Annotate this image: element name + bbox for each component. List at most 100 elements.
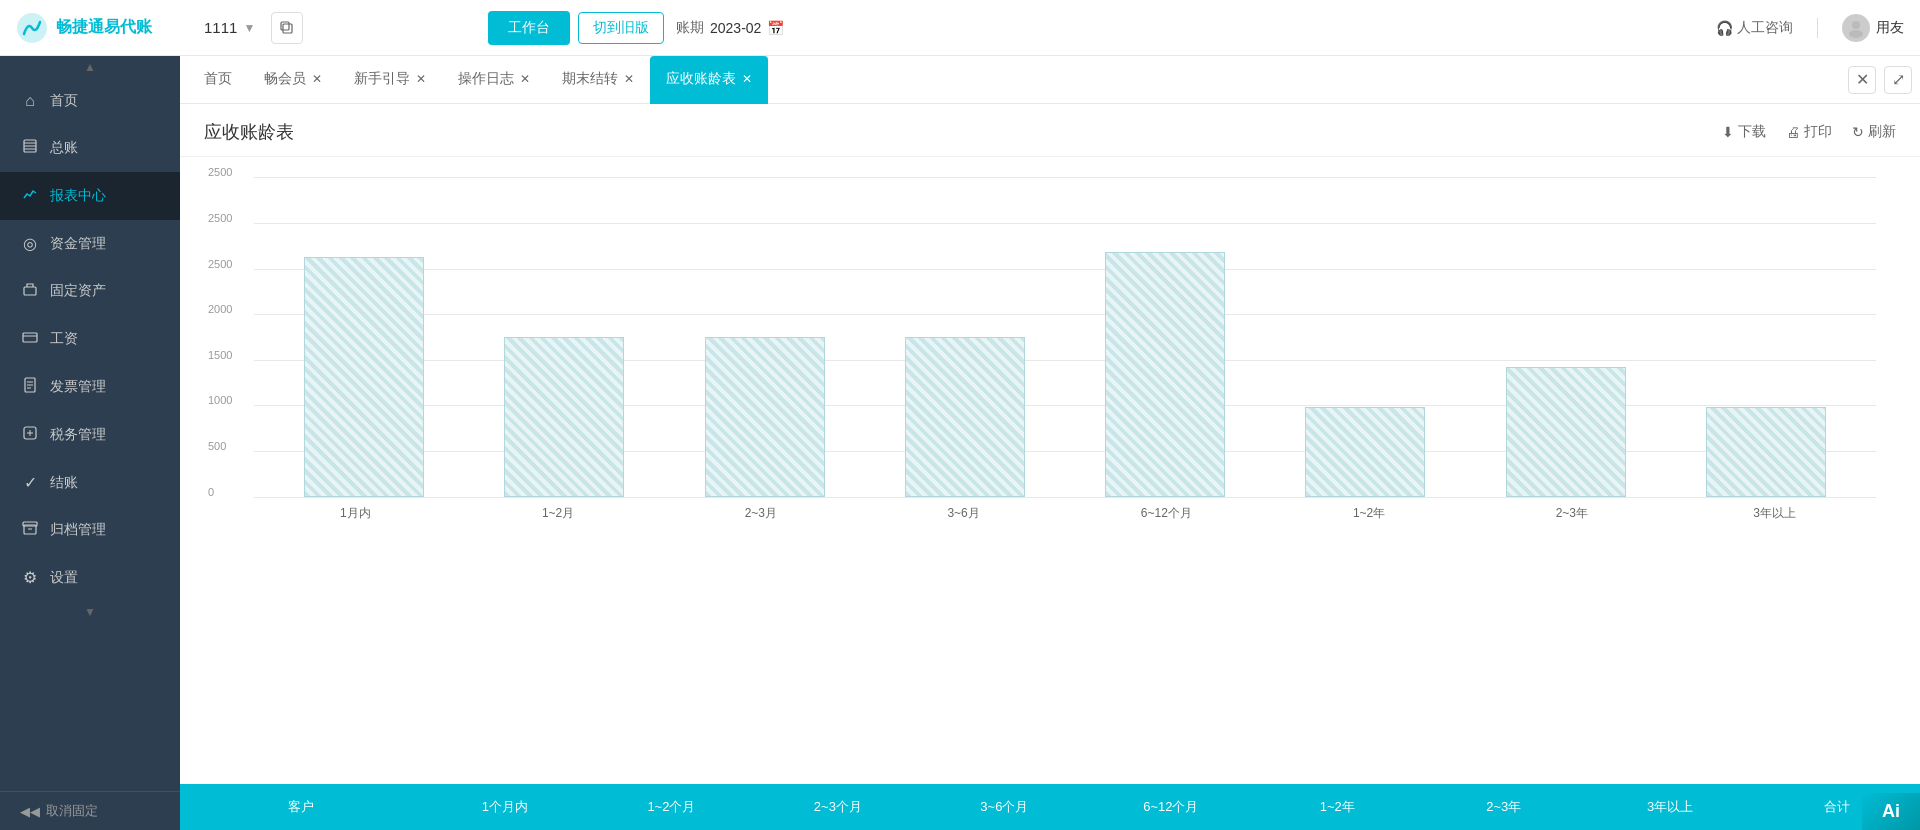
cancel-fixed-button[interactable]: ◀◀ 取消固定 bbox=[0, 792, 180, 830]
tab-ar-aging[interactable]: 应收账龄表 ✕ bbox=[650, 56, 768, 104]
sidebar-item-tax[interactable]: 税务管理 bbox=[0, 411, 180, 459]
bar bbox=[1305, 407, 1425, 497]
y-label: 1000 bbox=[208, 394, 232, 406]
x-label: 1月内 bbox=[254, 505, 457, 522]
tabs-actions: ✕ ⤢ bbox=[1848, 66, 1912, 94]
svg-point-4 bbox=[1849, 30, 1863, 38]
download-icon: ⬇ bbox=[1722, 124, 1734, 140]
print-button[interactable]: 🖨 打印 bbox=[1786, 123, 1832, 141]
y-label: 2500 bbox=[208, 212, 232, 224]
svg-rect-2 bbox=[281, 22, 289, 30]
tab-label: 新手引导 bbox=[354, 70, 410, 88]
salary-svg-icon bbox=[22, 329, 38, 345]
sidebar-item-label: 发票管理 bbox=[50, 378, 106, 396]
user-area[interactable]: 用友 bbox=[1842, 14, 1904, 42]
bar bbox=[504, 337, 624, 497]
bar-group-1-2year bbox=[1265, 407, 1465, 497]
tab-guide[interactable]: 新手引导 ✕ bbox=[338, 56, 442, 104]
sidebar-item-label: 固定资产 bbox=[50, 282, 106, 300]
tab-close-icon[interactable]: ✕ bbox=[312, 73, 322, 85]
sidebar-item-label: 总账 bbox=[50, 139, 78, 157]
x-label: 1~2年 bbox=[1268, 505, 1471, 522]
calendar-icon[interactable]: 📅 bbox=[767, 20, 784, 36]
tax-svg-icon bbox=[22, 425, 38, 441]
invoice-svg-icon bbox=[22, 377, 38, 393]
sidebar-bottom: ◀◀ 取消固定 bbox=[0, 791, 180, 830]
tab-home[interactable]: 首页 bbox=[188, 56, 248, 104]
bar bbox=[1105, 252, 1225, 497]
table-col-1-2year: 1~2年 bbox=[1254, 798, 1420, 816]
svg-rect-1 bbox=[283, 24, 292, 33]
content-area: 首页 畅会员 ✕ 新手引导 ✕ 操作日志 ✕ 期末结转 ✕ 应收账龄表 ✕ bbox=[180, 56, 1920, 830]
download-button[interactable]: ⬇ 下载 bbox=[1722, 123, 1766, 141]
sidebar-item-settings[interactable]: ⚙ 设置 bbox=[0, 554, 180, 601]
archive-icon bbox=[20, 520, 40, 540]
bar-group-2-3month bbox=[665, 337, 865, 497]
avatar-icon bbox=[1846, 18, 1866, 38]
sidebar-item-label: 工资 bbox=[50, 330, 78, 348]
tab-close-all-button[interactable]: ✕ bbox=[1848, 66, 1876, 94]
sidebar-item-ledger[interactable]: 总账 bbox=[0, 124, 180, 172]
logo-text: 畅捷通易代账 bbox=[56, 17, 152, 38]
sidebar-item-home[interactable]: ⌂ 首页 bbox=[0, 78, 180, 124]
sidebar-item-reports[interactable]: 报表中心 bbox=[0, 172, 180, 220]
top-header: 畅捷通易代账 1111 ▼ 工作台 切到旧版 账期 2023-02 📅 🎧 人工… bbox=[0, 0, 1920, 56]
x-label: 1~2月 bbox=[457, 505, 660, 522]
sidebar-item-label: 首页 bbox=[50, 92, 78, 110]
sidebar-scroll-up[interactable]: ▲ bbox=[0, 56, 180, 78]
consult-label: 人工咨询 bbox=[1737, 19, 1793, 37]
x-label: 2~3年 bbox=[1471, 505, 1674, 522]
sidebar-item-assets[interactable]: 固定资产 bbox=[0, 267, 180, 315]
funds-icon: ◎ bbox=[20, 234, 40, 253]
table-col-6-12month: 6~12个月 bbox=[1088, 798, 1254, 816]
bar bbox=[304, 257, 424, 497]
tabs-bar: 首页 畅会员 ✕ 新手引导 ✕ 操作日志 ✕ 期末结转 ✕ 应收账龄表 ✕ bbox=[180, 56, 1920, 104]
table-col-3year-plus: 3年以上 bbox=[1587, 798, 1753, 816]
chart-container: 2500 2500 2500 2000 1500 1000 500 0 bbox=[180, 157, 1920, 784]
switch-old-button[interactable]: 切到旧版 bbox=[578, 12, 664, 44]
invoice-icon bbox=[20, 377, 40, 397]
bar-group-1-2month bbox=[464, 337, 664, 497]
logo-area: 畅捷通易代账 bbox=[16, 12, 196, 44]
bar bbox=[705, 337, 825, 497]
x-label: 2~3月 bbox=[660, 505, 863, 522]
header-right: 🎧 人工咨询 用友 bbox=[1716, 14, 1904, 42]
bar-chart: 2500 2500 2500 2000 1500 1000 500 0 bbox=[204, 177, 1896, 537]
print-icon: 🖨 bbox=[1786, 124, 1800, 140]
table-col-3-6month: 3~6个月 bbox=[921, 798, 1087, 816]
tab-close-icon[interactable]: ✕ bbox=[520, 73, 530, 85]
tab-close-icon[interactable]: ✕ bbox=[742, 73, 752, 85]
bar-group-3year-plus bbox=[1666, 407, 1866, 497]
sidebar-item-salary[interactable]: 工资 bbox=[0, 315, 180, 363]
reports-svg-icon bbox=[22, 186, 38, 202]
pin-icon: ◀◀ bbox=[20, 804, 40, 819]
sidebar-scroll-down[interactable]: ▼ bbox=[0, 601, 180, 623]
tab-oplog[interactable]: 操作日志 ✕ bbox=[442, 56, 546, 104]
ai-badge[interactable]: Ai bbox=[1862, 793, 1920, 830]
sidebar-item-funds[interactable]: ◎ 资金管理 bbox=[0, 220, 180, 267]
dropdown-arrow-icon: ▼ bbox=[243, 21, 255, 35]
x-axis: 1月内 1~2月 2~3月 3~6月 6~12个月 1~2年 2~3年 3年以上 bbox=[254, 497, 1876, 537]
refresh-button[interactable]: ↻ 刷新 bbox=[1852, 123, 1896, 141]
tab-period-end[interactable]: 期末结转 ✕ bbox=[546, 56, 650, 104]
archive-svg-icon bbox=[22, 520, 38, 536]
header-divider bbox=[1817, 18, 1818, 38]
tab-close-icon[interactable]: ✕ bbox=[624, 73, 634, 85]
sidebar-item-invoice[interactable]: 发票管理 bbox=[0, 363, 180, 411]
y-label: 2500 bbox=[208, 258, 232, 270]
sidebar-item-checkout[interactable]: ✓ 结账 bbox=[0, 459, 180, 506]
tab-member[interactable]: 畅会员 ✕ bbox=[248, 56, 338, 104]
copy-icon-button[interactable] bbox=[271, 12, 303, 44]
tab-close-icon[interactable]: ✕ bbox=[416, 73, 426, 85]
bar-group-3-6month bbox=[865, 337, 1065, 497]
workbench-button[interactable]: 工作台 bbox=[488, 11, 570, 45]
sidebar-item-label: 资金管理 bbox=[50, 235, 106, 253]
consult-button[interactable]: 🎧 人工咨询 bbox=[1716, 19, 1793, 37]
refresh-icon: ↻ bbox=[1852, 124, 1864, 140]
sidebar-item-label: 归档管理 bbox=[50, 521, 106, 539]
company-selector[interactable]: 1111 ▼ bbox=[196, 15, 263, 40]
tab-expand-button[interactable]: ⤢ bbox=[1884, 66, 1912, 94]
download-label: 下载 bbox=[1738, 123, 1766, 141]
print-label: 打印 bbox=[1804, 123, 1832, 141]
sidebar-item-archive[interactable]: 归档管理 bbox=[0, 506, 180, 554]
